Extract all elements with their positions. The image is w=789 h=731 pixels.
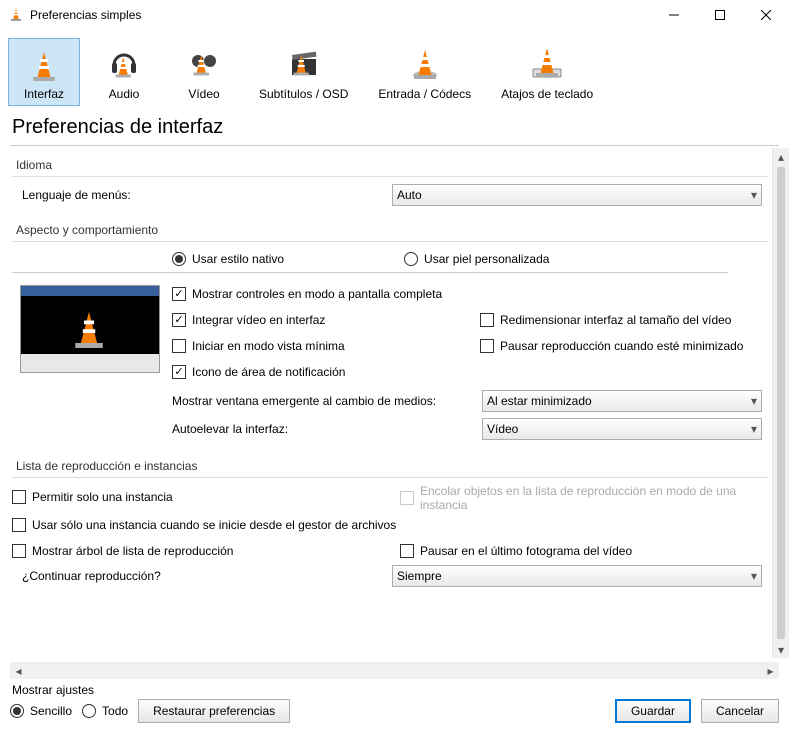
raise-label: Autoelevar la interfaz: [172,422,482,436]
select-value: Al estar minimizado [487,394,592,408]
tab-audio[interactable]: Audio [88,38,160,106]
close-button[interactable] [743,0,789,30]
group-playlist: Lista de reproducción e instancias [12,453,768,475]
checkbox-label: Integrar vídeo en interfaz [192,313,325,327]
checkbox-label: Pausar reproducción cuando esté minimiza… [500,339,743,353]
page-title: Preferencias de interfaz [0,110,789,145]
checkbox-label: Redimensionar interfaz al tamaño del víd… [500,313,731,327]
radio-custom-skin[interactable]: Usar piel personalizada [404,252,549,266]
tab-label: Atajos de teclado [501,87,593,101]
checkbox-integrate-video[interactable]: Integrar vídeo en interfaz [172,307,460,333]
select-value: Siempre [397,569,442,583]
interface-preview [20,285,160,373]
window-title: Preferencias simples [30,8,651,22]
disc-cone-icon [405,45,445,85]
scroll-left-icon[interactable]: ◂ [10,662,27,679]
tab-atajos[interactable]: Atajos de teclado [490,38,604,106]
headphones-cone-icon [104,45,144,85]
checkbox-resize-interface[interactable]: Redimensionar interfaz al tamaño del víd… [480,307,768,333]
checkbox-enqueue: Encolar objetos en la lista de reproducc… [400,484,768,512]
radio-native-style[interactable]: Usar estilo nativo [172,252,284,266]
divider [10,145,779,146]
checkbox-label: Encolar objetos en la lista de reproducc… [420,484,768,512]
horizontal-scrollbar[interactable]: ◂ ▸ [10,662,779,679]
vertical-scrollbar[interactable]: ▴ ▾ [772,148,789,658]
divider [12,241,768,242]
reset-button[interactable]: Restaurar preferencias [138,699,290,723]
checkbox-pause-minimized[interactable]: Pausar reproducción cuando esté minimiza… [480,333,768,359]
continue-select[interactable]: Siempre ▾ [392,565,762,587]
footer: Mostrar ajustes Sencillo Todo Restaurar … [0,679,789,731]
checkbox-playlist-tree[interactable]: Mostrar árbol de lista de reproducción [12,538,380,564]
checkbox-label: Mostrar controles en modo a pantalla com… [192,287,442,301]
cancel-button[interactable]: Cancelar [701,699,779,723]
checkbox-pause-last-frame[interactable]: Pausar en el último fotograma del vídeo [400,538,768,564]
checkbox-label: Icono de área de notificación [192,365,345,379]
raise-select[interactable]: Vídeo ▾ [482,418,762,440]
language-select[interactable]: Auto ▾ [392,184,762,206]
button-label: Cancelar [716,704,764,718]
divider [12,477,768,478]
divider [12,176,768,177]
radio-label: Usar estilo nativo [192,252,284,266]
minimize-button[interactable] [651,0,697,30]
category-toolbar: Interfaz Audio Vídeo Subtítulos / OSD En… [0,30,789,110]
scroll-up-icon[interactable]: ▴ [773,148,789,165]
tab-label: Subtítulos / OSD [259,87,348,101]
checkbox-label: Iniciar en modo vista mínima [192,339,345,353]
scroll-content: Idioma Lenguaje de menús: Auto ▾ Aspecto… [0,148,772,658]
clapper-cone-icon [284,45,324,85]
tab-label: Entrada / Códecs [378,87,471,101]
tab-video[interactable]: Vídeo [168,38,240,106]
language-label: Lenguaje de menús: [12,188,392,202]
checkbox-single-instance[interactable]: Permitir solo una instancia [12,484,380,510]
film-cone-icon [184,45,224,85]
checkbox-tray-icon[interactable]: Icono de área de notificación [172,359,460,385]
tab-subtitulos[interactable]: Subtítulos / OSD [248,38,359,106]
scroll-down-icon[interactable]: ▾ [773,641,789,658]
app-icon [8,6,24,25]
button-label: Guardar [631,704,675,718]
radio-simple[interactable]: Sencillo [10,704,72,718]
maximize-button[interactable] [697,0,743,30]
continue-label: ¿Continuar reproducción? [12,569,392,583]
chevron-down-icon: ▾ [751,569,757,583]
radio-label: Sencillo [30,704,72,718]
button-label: Restaurar preferencias [153,704,275,718]
tab-label: Vídeo [188,87,219,101]
select-value: Vídeo [487,422,518,436]
tab-label: Interfaz [24,87,64,101]
keyboard-cone-icon [527,45,567,85]
scroll-thumb[interactable] [777,167,785,639]
chevron-down-icon: ▾ [751,422,757,436]
radio-label: Usar piel personalizada [424,252,549,266]
cone-icon [24,45,64,85]
tab-interfaz[interactable]: Interfaz [8,38,80,106]
scroll-right-icon[interactable]: ▸ [762,662,779,679]
checkbox-label: Pausar en el último fotograma del vídeo [420,544,632,558]
radio-all[interactable]: Todo [82,704,128,718]
checkbox-minimal-view[interactable]: Iniciar en modo vista mínima [172,333,460,359]
chevron-down-icon: ▾ [751,188,757,202]
popup-label: Mostrar ventana emergente al cambio de m… [172,394,482,408]
checkbox-single-from-filemanager[interactable]: Usar sólo una instancia cuando se inicie… [12,512,768,538]
checkbox-fullscreen-controls[interactable]: Mostrar controles en modo a pantalla com… [172,281,768,307]
radio-label: Todo [102,704,128,718]
save-button[interactable]: Guardar [615,699,691,723]
popup-select[interactable]: Al estar minimizado ▾ [482,390,762,412]
checkbox-label: Mostrar árbol de lista de reproducción [32,544,233,558]
group-idioma: Idioma [12,152,768,174]
group-aspecto: Aspecto y comportamiento [12,217,768,239]
chevron-down-icon: ▾ [751,394,757,408]
show-settings-label: Mostrar ajustes [12,683,779,697]
checkbox-label: Permitir solo una instancia [32,490,173,504]
titlebar: Preferencias simples [0,0,789,30]
tab-label: Audio [109,87,140,101]
select-value: Auto [397,188,422,202]
checkbox-label: Usar sólo una instancia cuando se inicie… [32,518,396,532]
tab-entrada[interactable]: Entrada / Códecs [367,38,482,106]
